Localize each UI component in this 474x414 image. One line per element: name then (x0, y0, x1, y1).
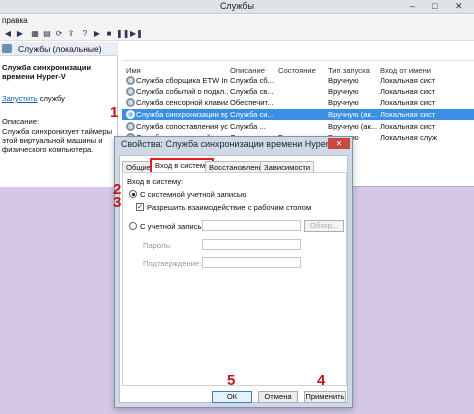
col-header-state[interactable]: Состояние (278, 66, 316, 75)
selected-service-title: Служба синхронизации времени Hyper-V (2, 63, 92, 81)
cell-logon: Локальная сист (380, 87, 436, 96)
dialog-title: Свойства: Служба синхронизации времени H… (121, 139, 340, 149)
cell-startup: Вручную (ак... (328, 122, 378, 131)
step-number-4: 4 (317, 372, 326, 389)
cell-logon: Локальная служ (380, 133, 438, 142)
cell-description: Служба си... (230, 110, 274, 119)
close-window-button[interactable]: ✕ (455, 1, 463, 12)
logon-group-label: Вход в систему: (127, 177, 184, 186)
table-row[interactable]: Служба сборщика ETW Inte... Служба сб...… (122, 75, 474, 86)
radio-this-account[interactable] (129, 222, 137, 230)
account-input[interactable] (202, 220, 301, 231)
cell-name: Служба сборщика ETW Inte... (136, 76, 228, 85)
help-icon[interactable]: ? (80, 29, 90, 39)
menu-bar: правка (0, 15, 474, 27)
col-header-logon-as[interactable]: Вход от имени (380, 66, 431, 75)
password-input[interactable] (202, 239, 301, 250)
cell-startup: Вручную (328, 76, 359, 85)
radio-system-account-label[interactable]: С системной учетной записью (140, 190, 247, 199)
service-gear-icon (126, 76, 135, 85)
step-number-5: 5 (227, 372, 236, 389)
table-row[interactable]: Служба событий о подкл... Служба св... В… (122, 86, 474, 97)
play-icon[interactable]: ▶ (92, 29, 102, 39)
minimize-button[interactable]: – (410, 1, 415, 11)
service-gear-icon (126, 87, 135, 96)
properties-dialog: Свойства: Служба синхронизации времени H… (114, 136, 353, 408)
restart-icon[interactable]: ▶❚ (130, 29, 143, 39)
cell-description: Служба св... (230, 87, 274, 96)
dialog-body: Общие Вход в систему Восстановление Зави… (119, 155, 348, 403)
cell-name: Служба событий о подкл... (136, 87, 228, 96)
radio-system-account[interactable] (129, 190, 137, 198)
col-header-startup-type[interactable]: Тип запуска (328, 66, 370, 75)
table-header (122, 42, 474, 61)
cell-logon: Локальная сист (380, 76, 436, 85)
tab-strip: Общие Вход в систему Восстановление Зави… (120, 158, 349, 173)
cell-logon: Локальная сист (380, 98, 436, 107)
cell-description: Обеспечит... (230, 98, 274, 107)
window-title: Службы (219, 1, 255, 11)
cell-logon: Локальная сист (380, 110, 436, 119)
pane-header-label: Службы (локальные) (18, 44, 102, 54)
table-row[interactable]: Служба сопоставления уст... Служба ... В… (122, 121, 474, 132)
service-details-pane: Службы (локальные) Служба синхронизации … (0, 42, 118, 187)
console-tree-icon[interactable]: ▦ (30, 29, 40, 39)
password-label: Пароль: (143, 241, 172, 250)
cell-description: Служба ... (230, 122, 266, 131)
col-header-description[interactable]: Описание (230, 66, 265, 75)
table-row-selected[interactable]: Служба синхронизации вр... Служба си... … (122, 109, 474, 120)
pause-icon[interactable]: ❚❚ (116, 29, 129, 39)
browse-button[interactable]: Обзор... (304, 220, 344, 232)
cell-name: Служба сенсорной клавиа... (136, 98, 228, 107)
table-row[interactable]: Служба сенсорной клавиа... Обеспечит... … (122, 97, 474, 108)
service-gear-icon (126, 122, 135, 131)
export-icon[interactable]: ⇪ (66, 29, 76, 39)
cell-startup: Вручную (328, 98, 359, 107)
cell-logon: Локальная сист (380, 122, 436, 131)
step-number-1: 1 (110, 104, 119, 121)
step-number-3: 3 (113, 194, 122, 211)
menu-item-edit[interactable]: правка (2, 16, 28, 25)
pane-header: Службы (локальные) (0, 42, 118, 56)
checkbox-desktop-interaction[interactable]: ✓ (136, 203, 144, 211)
maximize-button[interactable]: □ (432, 1, 437, 11)
cancel-button[interactable]: Отмена (258, 391, 298, 403)
cell-name: Служба сопоставления уст... (136, 122, 228, 131)
start-service-link[interactable]: Запустить (2, 94, 38, 103)
dialog-close-button[interactable]: ✕ (328, 138, 350, 149)
start-service-link-row: Запустить службу (2, 94, 65, 103)
back-icon[interactable]: ◀ (3, 29, 13, 39)
description-label: Описание: (2, 117, 40, 126)
service-gear-icon (126, 98, 135, 107)
window-titlebar: Службы – □ ✕ (0, 0, 474, 14)
checkbox-desktop-interaction-label[interactable]: Разрешить взаимодействие с рабочим столо… (147, 203, 311, 212)
cell-name: Служба синхронизации вр... (136, 110, 228, 119)
start-service-suffix: службу (37, 94, 65, 103)
logon-tab-panel: Вход в систему: С системной учетной запи… (122, 172, 347, 386)
cell-description: Служба сб... (230, 76, 274, 85)
cell-startup: Вручную (328, 87, 359, 96)
properties-icon[interactable]: ▤ (42, 29, 52, 39)
confirm-password-input[interactable] (202, 257, 301, 268)
service-gear-icon (126, 110, 135, 119)
description-text: Служба синхронизует таймеры этой виртуал… (2, 127, 113, 154)
confirm-password-label: Подтверждение: (143, 259, 202, 268)
radio-this-account-label[interactable]: С учетной записью: (140, 222, 209, 231)
services-icon (2, 44, 12, 53)
col-header-name[interactable]: Имя (126, 66, 141, 75)
apply-button[interactable]: Применить (304, 391, 346, 403)
refresh-icon[interactable]: ⟳ (54, 29, 64, 39)
ok-button[interactable]: ОК (212, 391, 252, 403)
cell-startup: Вручную (ак... (328, 110, 378, 119)
forward-icon[interactable]: ▶ (15, 29, 25, 39)
stop-icon[interactable]: ■ (104, 29, 114, 39)
toolbar: ◀ ▶ ▦ ▤ ⟳ ⇪ ? ▶ ■ ❚❚ ▶❚ (0, 27, 474, 41)
